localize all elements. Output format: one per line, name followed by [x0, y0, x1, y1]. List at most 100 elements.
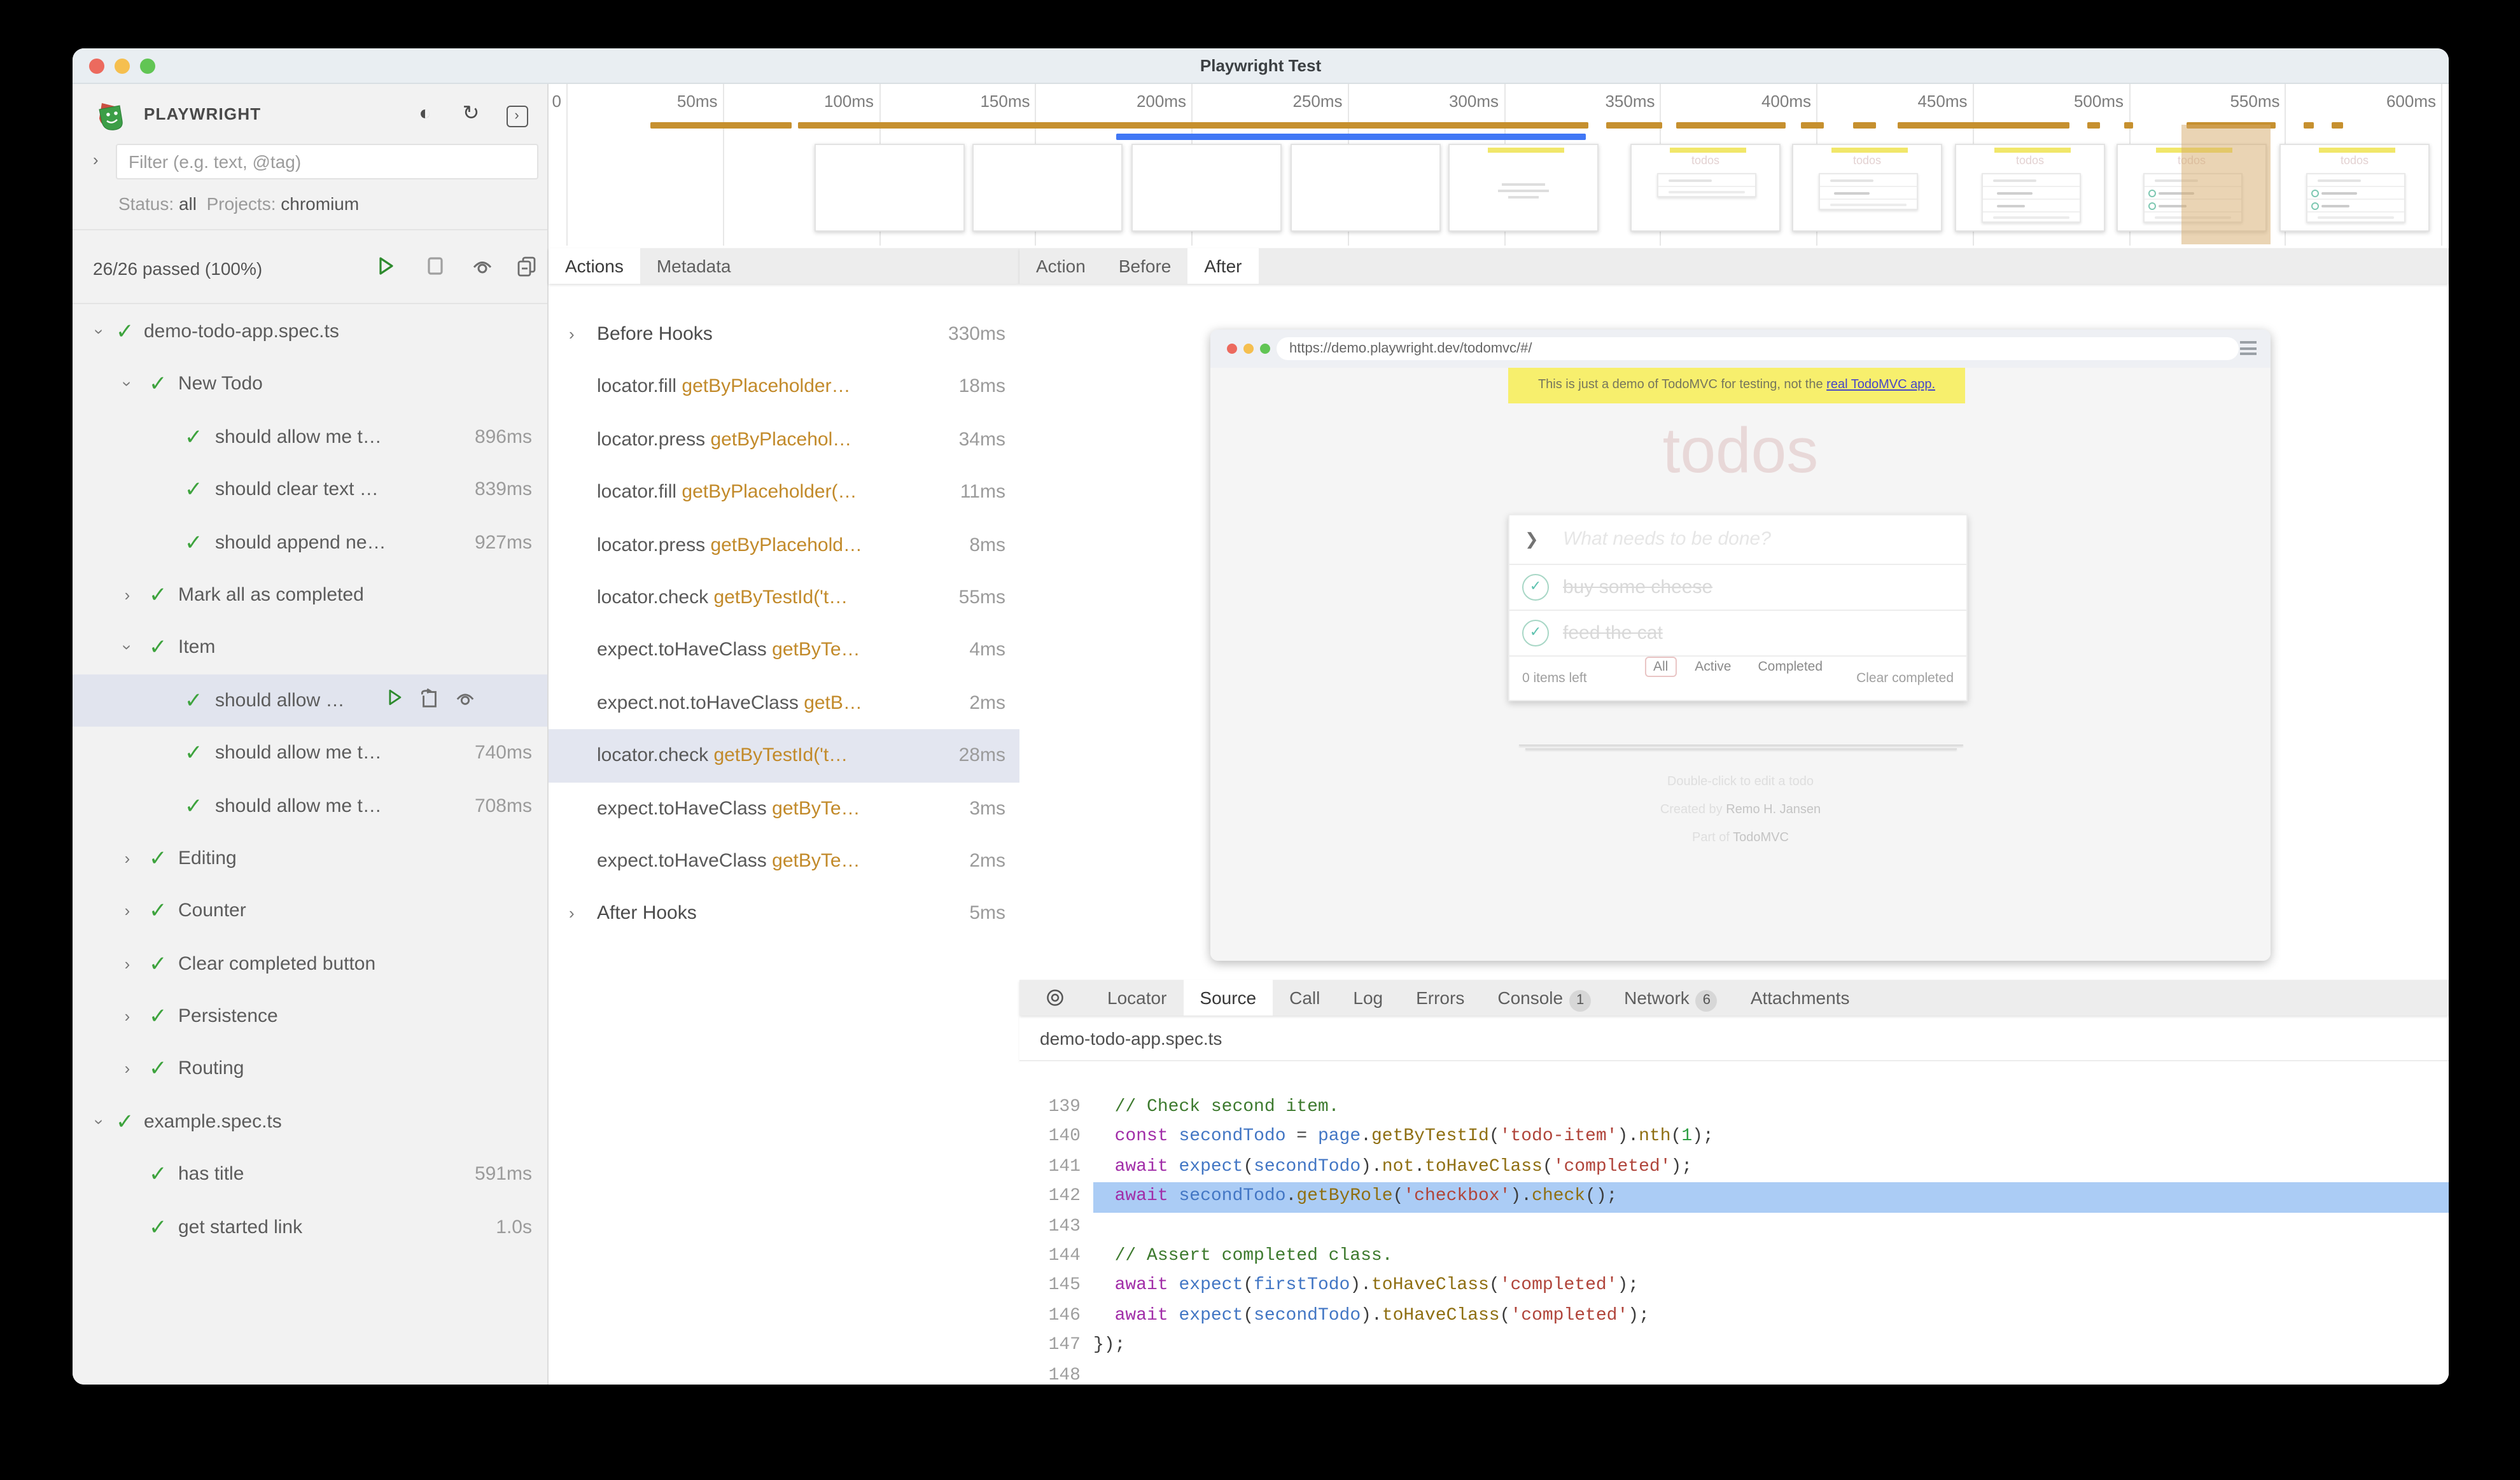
open-source-icon[interactable] [419, 687, 440, 709]
tree-row[interactable]: › ✓ example.spec.ts [73, 1096, 547, 1148]
timeline[interactable]: 0 50ms 100ms 150ms 200ms 250ms 300ms 350ms 400ms… [549, 84, 2449, 248]
filmstrip-thumbnail[interactable]: todos [1630, 144, 1781, 232]
tree-row[interactable]: ✓ has title 591ms [73, 1148, 547, 1201]
todo-filters: All Active Completed [1644, 657, 1831, 677]
tree-row[interactable]: ✓ should allow me t… 896ms [73, 411, 547, 464]
watch-icon[interactable] [454, 687, 476, 709]
credit-link[interactable]: Remo H. Jansen [1726, 803, 1821, 817]
tree-row[interactable]: ✓ should clear text … 839ms [73, 463, 547, 516]
chevron-right-icon[interactable]: › [118, 990, 136, 1043]
tree-row[interactable]: › ✓ Clear completed button [73, 937, 547, 990]
tab-metadata[interactable]: Metadata [640, 248, 748, 284]
filmstrip-thumbnail[interactable] [1131, 144, 1282, 232]
credit-link[interactable]: TodoMVC [1733, 831, 1789, 845]
timeline-selection-overlay[interactable] [2181, 125, 2271, 244]
tab-errors[interactable]: Errors [1399, 980, 1481, 1016]
action-row[interactable]: locator.fill getByPlaceholder… 18ms [549, 361, 1019, 414]
action-row[interactable]: › Before Hooks 330ms [549, 308, 1019, 361]
run-all-button[interactable] [374, 255, 400, 280]
action-row[interactable]: locator.press getByPlacehold… 8ms [549, 519, 1019, 571]
tab-after[interactable]: After [1187, 248, 1259, 284]
tab-locator[interactable]: Locator [1091, 980, 1183, 1016]
tree-row[interactable]: › ✓ New Todo [73, 358, 547, 411]
tab-attachments[interactable]: Attachments [1734, 980, 1866, 1016]
tree-row[interactable]: ✓ should allow me t… 740ms [73, 727, 547, 779]
new-todo-placeholder[interactable]: What needs to be done? [1563, 515, 1771, 564]
action-row[interactable]: › After Hooks 5ms [549, 888, 1019, 940]
action-row[interactable]: expect.toHaveClass getByTe… 3ms [549, 782, 1019, 835]
action-row[interactable]: expect.toHaveClass getByTe… 4ms [549, 624, 1019, 677]
chevron-right-icon[interactable]: › [118, 1043, 136, 1096]
tab-network[interactable]: Network 6 [1607, 980, 1734, 1016]
reload-icon[interactable]: ↻ [457, 101, 485, 129]
tree-row[interactable]: › ✓ Mark all as completed [73, 569, 547, 622]
chevron-right-icon[interactable]: › [569, 308, 575, 361]
tree-row[interactable]: ✓ should allow … [73, 674, 547, 727]
action-row[interactable]: expect.toHaveClass getByTe… 2ms [549, 835, 1019, 888]
clear-completed-button[interactable]: Clear completed [1856, 657, 1954, 700]
action-duration: 2ms [969, 849, 1005, 872]
tab-source[interactable]: Source [1183, 980, 1273, 1016]
filmstrip-thumbnail[interactable] [1448, 144, 1599, 232]
url-bar[interactable]: https://demo.playwright.dev/todomvc/#/ [1277, 337, 2239, 360]
banner-text: This is just a demo of TodoMVC for testi… [1537, 378, 1827, 392]
chevron-right-icon[interactable]: › [118, 569, 136, 622]
filmstrip-thumbnail[interactable]: todos [2279, 144, 2430, 232]
filter-all[interactable]: All [1644, 657, 1677, 677]
chevron-right-icon[interactable]: › [569, 888, 575, 940]
todo-checkbox[interactable]: ✓ [1522, 574, 1549, 601]
tree-row[interactable]: ✓ should append ne… 927ms [73, 516, 547, 569]
pass-check-icon: ✓ [149, 846, 167, 870]
tab-console[interactable]: Console 1 [1481, 980, 1607, 1016]
tree-row[interactable]: ✓ should allow me t… 708ms [73, 779, 547, 832]
tab-actions[interactable]: Actions [549, 248, 640, 284]
filter-active[interactable]: Active [1686, 657, 1740, 677]
filmstrip-thumbnail[interactable] [815, 144, 965, 232]
tab-log[interactable]: Log [1336, 980, 1399, 1016]
filter-input[interactable] [116, 144, 538, 179]
banner-link[interactable]: real TodoMVC app. [1826, 378, 1935, 392]
action-row[interactable]: locator.fill getByPlaceholder(… 11ms [549, 466, 1019, 519]
chevron-right-icon[interactable]: › [118, 885, 136, 938]
action-row[interactable]: locator.check getByTestId('t… 28ms [549, 729, 1019, 783]
collapse-panel-icon[interactable]: › [503, 101, 531, 129]
tree-row[interactable]: › ✓ Item [73, 622, 547, 674]
tree-row[interactable]: › ✓ Persistence [73, 990, 547, 1043]
snapshot-area: https://demo.playwright.dev/todomvc/#/ T… [1019, 284, 2449, 980]
chevron-right-icon[interactable]: › [118, 937, 136, 990]
status-line[interactable]: Status: all Projects: chromium [118, 193, 359, 214]
tab-before[interactable]: Before [1102, 248, 1188, 284]
tab-action[interactable]: Action [1019, 248, 1102, 284]
filmstrip-thumbnail[interactable]: todos [1792, 144, 1942, 232]
tree-row[interactable]: › ✓ Routing [73, 1043, 547, 1096]
chevron-down-icon[interactable]: › [101, 375, 154, 393]
tree-row[interactable]: › ✓ Editing [73, 832, 547, 885]
action-row[interactable]: locator.press getByPlacehol… 34ms [549, 414, 1019, 466]
chevron-down-icon[interactable]: › [101, 639, 154, 657]
tab-call[interactable]: Call [1273, 980, 1336, 1016]
pick-locator-icon[interactable] [1019, 980, 1091, 1016]
mini-text-line [1508, 196, 1539, 198]
code-content [1093, 1361, 2449, 1385]
todo-checkbox[interactable]: ✓ [1522, 620, 1549, 646]
tree-row[interactable]: › ✓ demo-todo-app.spec.ts [73, 305, 547, 358]
play-icon[interactable] [384, 687, 405, 709]
filmstrip-thumbnail[interactable] [1291, 144, 1441, 232]
watch-all-icon[interactable] [471, 255, 496, 280]
tree-row[interactable]: › ✓ Counter [73, 885, 547, 938]
action-row[interactable]: expect.not.toHaveClass getB… 2ms [549, 676, 1019, 729]
stop-button[interactable] [424, 255, 449, 280]
code-token: ( [1499, 1305, 1511, 1326]
chevron-right-icon[interactable]: › [118, 832, 136, 885]
timeline-tick-label: 350ms [1605, 92, 1655, 111]
copy-icon[interactable] [515, 255, 541, 280]
timeline-tick-label: 200ms [1136, 92, 1186, 111]
tree-row[interactable]: ✓ get started link 1.0s [73, 1201, 547, 1253]
filmstrip-thumbnail[interactable] [972, 144, 1123, 232]
toggle-all-icon[interactable]: ❯ [1525, 515, 1539, 564]
filmstrip-thumbnail[interactable]: todos [1955, 144, 2105, 232]
filter-completed[interactable]: Completed [1749, 657, 1831, 677]
action-row[interactable]: locator.check getByTestId('t… 55ms [549, 571, 1019, 624]
filter-expand-icon[interactable]: › [93, 150, 99, 169]
theme-toggle-icon[interactable]: ◐ [411, 101, 439, 129]
